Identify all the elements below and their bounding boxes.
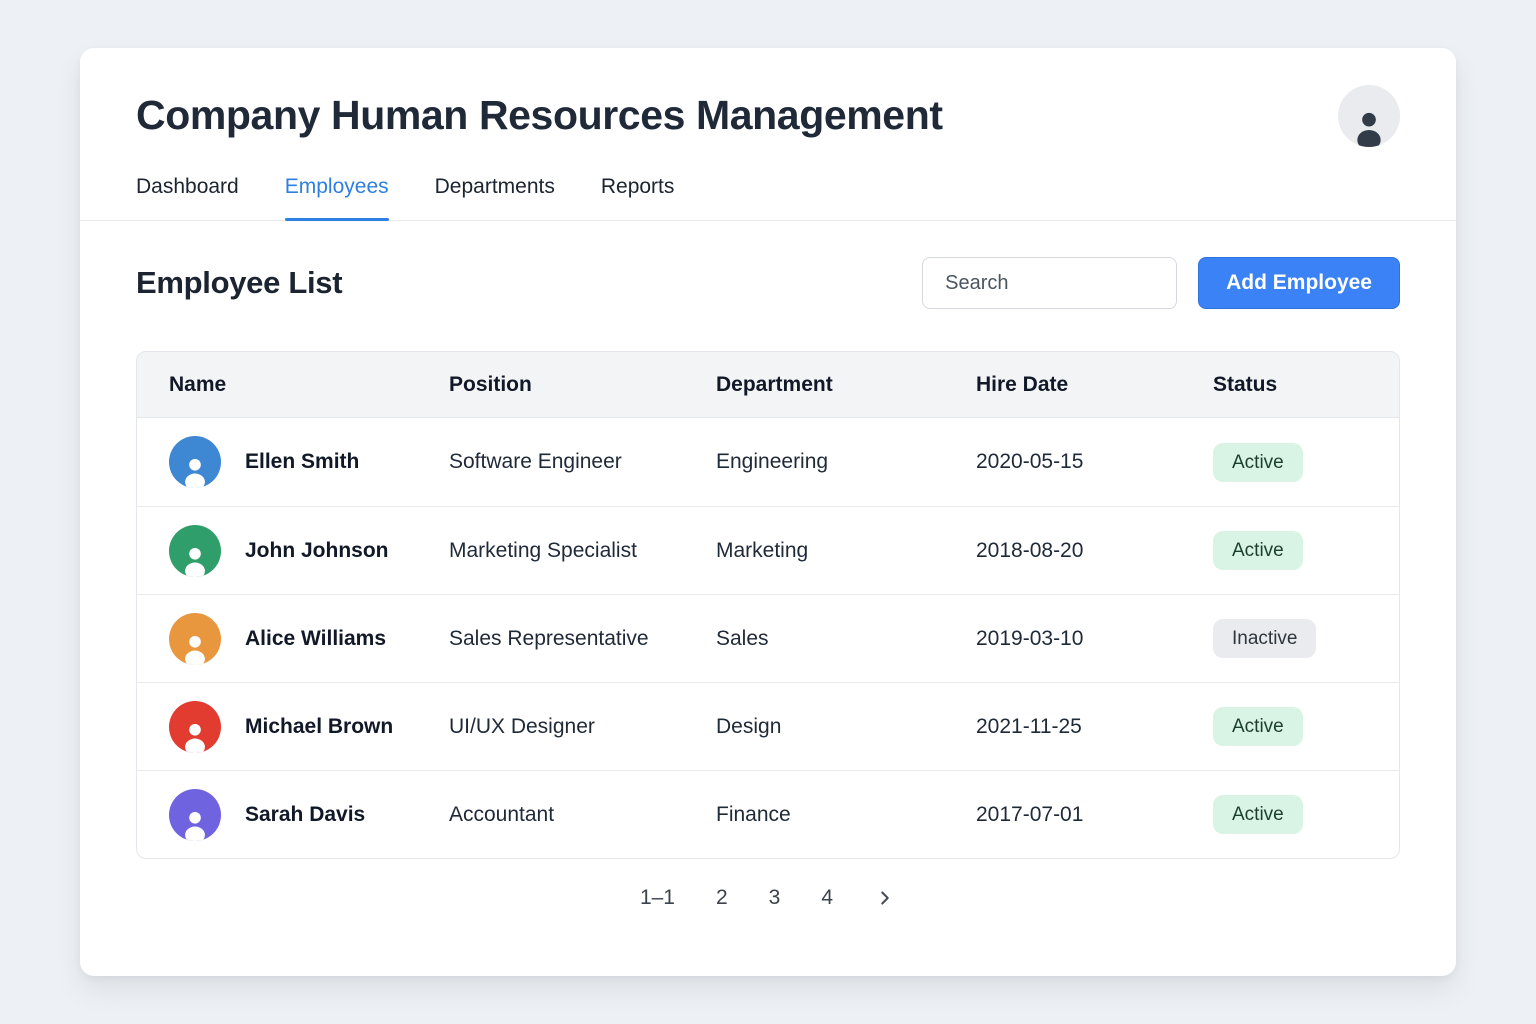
pagination-next-button[interactable]: [874, 887, 896, 909]
content: Employee List Add Employee Name Position…: [80, 221, 1456, 910]
column-header-position: Position: [449, 372, 532, 396]
table-row[interactable]: Michael Brown UI/UX Designer Design 2021…: [137, 682, 1399, 770]
employee-department: Sales: [716, 626, 769, 650]
employee-department: Finance: [716, 802, 791, 826]
user-icon: [1349, 107, 1389, 147]
employee-position: Marketing Specialist: [449, 538, 637, 562]
main-card: Company Human Resources Management Dashb…: [80, 48, 1456, 976]
table-row[interactable]: Sarah Davis Accountant Finance 2017-07-0…: [137, 770, 1399, 858]
header: Company Human Resources Management: [80, 48, 1456, 147]
page-item-3[interactable]: 3: [769, 886, 781, 910]
tab-departments[interactable]: Departments: [435, 175, 555, 220]
status-badge: Active: [1213, 795, 1303, 834]
column-header-status: Status: [1213, 372, 1278, 396]
employee-avatar: [169, 436, 221, 488]
column-header-hire-date: Hire Date: [976, 372, 1069, 396]
employee-department: Marketing: [716, 538, 809, 562]
employee-hire-date: 2017-07-01: [976, 802, 1084, 826]
pagination: 1–1 2 3 4: [136, 886, 1400, 910]
tab-employees[interactable]: Employees: [284, 175, 389, 221]
add-employee-button[interactable]: Add Employee: [1198, 257, 1400, 309]
employee-name: Ellen Smith: [245, 450, 360, 473]
employee-hire-date: 2021-11-25: [976, 714, 1082, 738]
employee-position: UI/UX Designer: [449, 714, 595, 738]
tab-bar: Dashboard Employees Departments Reports: [80, 175, 1456, 221]
employee-avatar: [169, 700, 221, 753]
status-badge: Inactive: [1213, 619, 1317, 658]
page-item-1[interactable]: 1–1: [640, 886, 675, 910]
table-row[interactable]: Ellen Smith Software Engineer Engineerin…: [137, 418, 1399, 506]
user-icon: [178, 454, 212, 488]
employee-avatar: [169, 524, 221, 577]
table-row[interactable]: Alice Williams Sales Representative Sale…: [137, 594, 1399, 682]
employee-name: Alice Williams: [245, 626, 387, 650]
page-title: Company Human Resources Management: [136, 92, 943, 138]
profile-avatar[interactable]: [1338, 85, 1400, 147]
section-title: Employee List: [136, 265, 343, 300]
user-icon: [178, 807, 212, 841]
employee-position: Sales Representative: [449, 626, 649, 650]
employee-name: Michael Brown: [245, 714, 394, 738]
employee-department: Design: [716, 714, 782, 738]
status-badge: Active: [1213, 531, 1303, 570]
tab-reports[interactable]: Reports: [601, 175, 675, 220]
toolbar: Employee List Add Employee: [136, 257, 1400, 309]
status-badge: Active: [1213, 707, 1303, 746]
employee-hire-date: 2020-05-15: [976, 450, 1084, 473]
employee-department: Engineering: [716, 450, 829, 473]
column-header-department: Department: [716, 372, 833, 396]
tab-dashboard[interactable]: Dashboard: [136, 175, 239, 220]
employee-position: Accountant: [449, 802, 555, 826]
table-header-row: Name Position Department Hire Date Statu…: [137, 352, 1399, 418]
user-icon: [178, 543, 212, 577]
employee-hire-date: 2019-03-10: [976, 626, 1084, 650]
employee-avatar: [169, 612, 221, 665]
page-item-2[interactable]: 2: [716, 886, 728, 910]
user-icon: [178, 631, 212, 665]
employee-table: Name Position Department Hire Date Statu…: [136, 351, 1400, 859]
search-input[interactable]: [922, 257, 1178, 309]
employee-name: John Johnson: [245, 538, 389, 562]
employee-position: Software Engineer: [449, 450, 622, 473]
chevron-right-icon: [874, 887, 896, 909]
column-header-name: Name: [169, 372, 227, 396]
employee-avatar: [169, 788, 221, 841]
employee-hire-date: 2018-08-20: [976, 538, 1084, 562]
user-icon: [178, 719, 212, 753]
status-badge: Active: [1213, 442, 1303, 482]
employee-name: Sarah Davis: [245, 802, 366, 826]
table-row[interactable]: John Johnson Marketing Specialist Market…: [137, 506, 1399, 594]
page-item-4[interactable]: 4: [821, 886, 833, 910]
